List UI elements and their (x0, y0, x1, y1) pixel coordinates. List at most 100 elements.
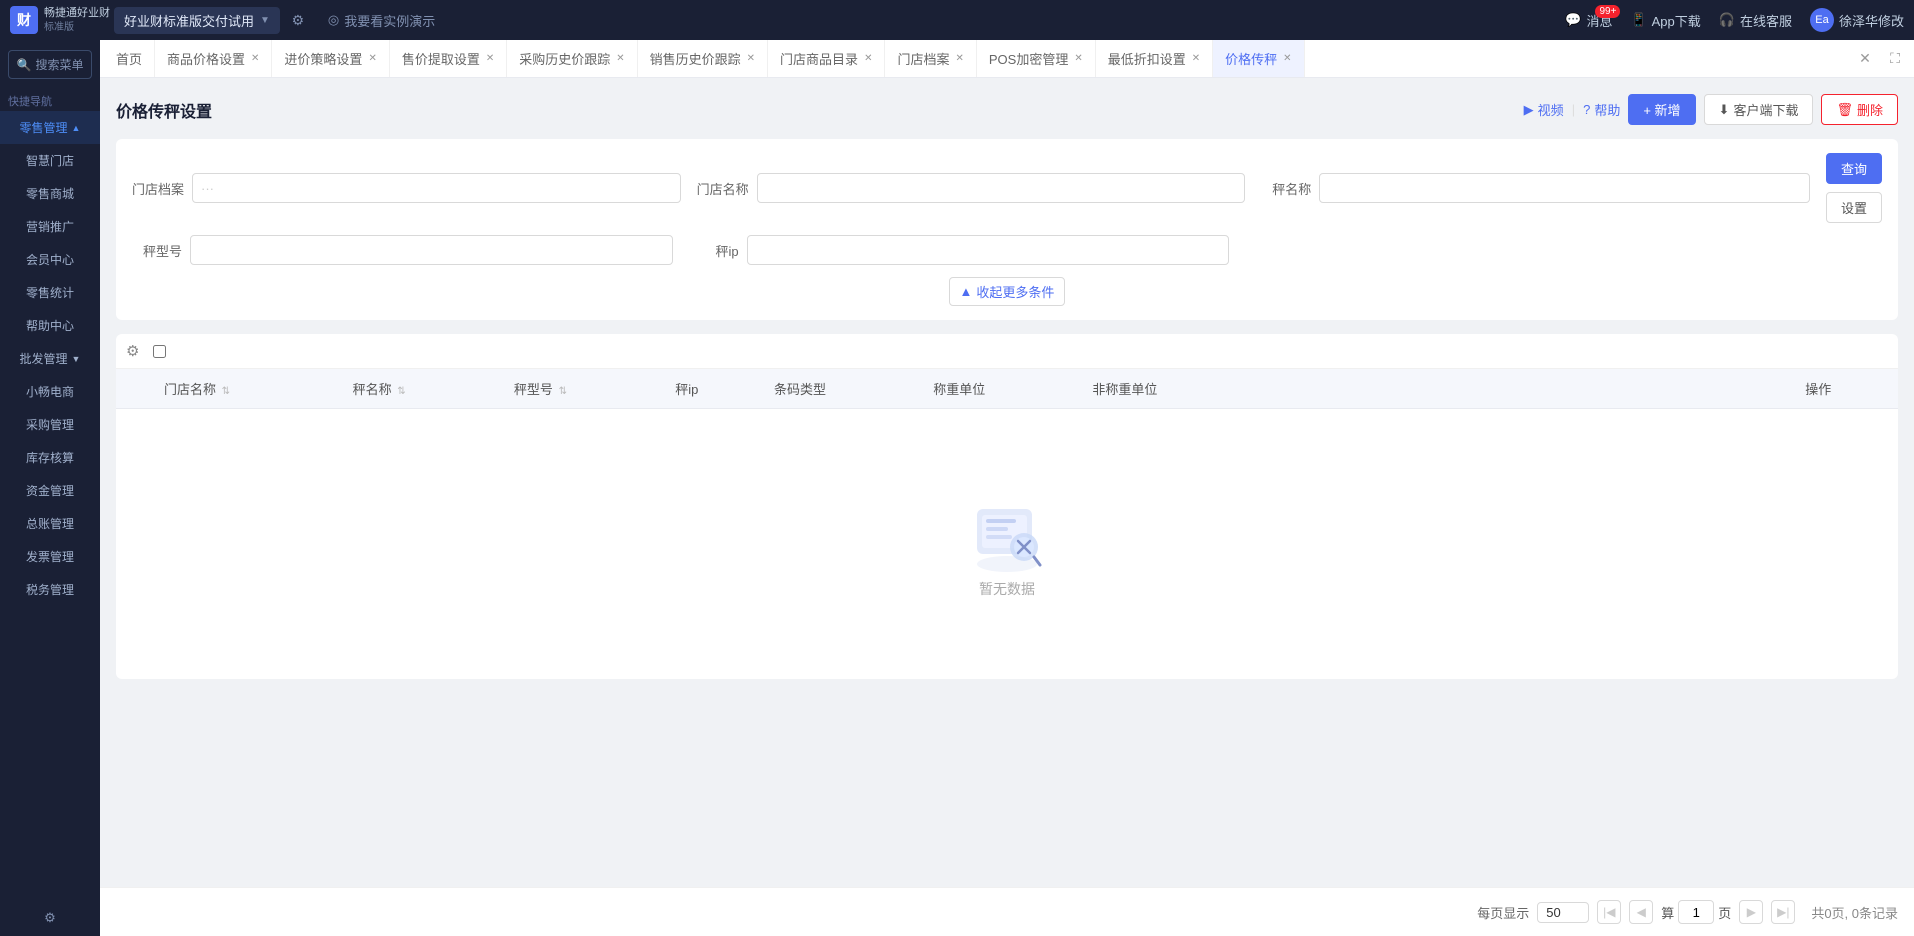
scale-name-input[interactable] (1319, 173, 1810, 203)
select-all-checkbox[interactable] (153, 345, 166, 358)
sidebar-item-general-ledger[interactable]: 总账管理 (0, 507, 100, 540)
help-icon: ? (1583, 102, 1590, 117)
version-selector[interactable]: 好业财标准版交付试用 ▼ (114, 7, 280, 34)
app-logo: 财 畅捷通好业财 标准版 (10, 6, 110, 34)
store-name-input[interactable] (757, 173, 1246, 203)
close-icon[interactable]: ✕ (864, 54, 872, 64)
download-icon: ⬇ (1719, 102, 1730, 118)
prev-page-btn[interactable]: ◀ (1629, 900, 1653, 924)
tab-home[interactable]: 首页 (104, 40, 155, 77)
search-menu-btn[interactable]: 🔍 搜索菜单 (8, 50, 92, 79)
tab-min-discount[interactable]: 最低折扣设置 ✕ (1096, 40, 1213, 77)
scale-ip-input[interactable] (747, 235, 1230, 265)
store-name-label: 门店名称 (697, 179, 749, 198)
table-settings-icon[interactable]: ⚙ (126, 342, 139, 360)
close-icon[interactable]: ✕ (616, 54, 624, 64)
maximize-tab-btn[interactable]: ⛶ (1880, 44, 1910, 74)
store-name-field: 门店名称 (697, 173, 1246, 203)
tab-store-archive[interactable]: 门店档案 ✕ (885, 40, 976, 77)
app-download-btn[interactable]: 📱 App下载 (1630, 11, 1700, 30)
sidebar-item-retail-stats[interactable]: 零售统计 (0, 276, 100, 309)
sidebar-item-purchase[interactable]: 采购管理 (0, 408, 100, 441)
tab-purchase-strategy[interactable]: 进价策略设置 ✕ (272, 40, 389, 77)
sidebar-item-member[interactable]: 会员中心 (0, 243, 100, 276)
first-page-btn[interactable]: |◀ (1597, 900, 1621, 924)
sidebar-item-inventory-label: 库存核算 (26, 449, 74, 466)
top-bar-right: 💬 消息 99+ 📱 App下载 🎧 在线客服 Ea 徐泽华修改 (1565, 8, 1904, 32)
query-btn[interactable]: 查询 (1826, 153, 1882, 184)
content-area: 首页 商品价格设置 ✕ 进价策略设置 ✕ 售价提取设置 ✕ 采购历史价跟踪 ✕ … (100, 40, 1914, 936)
sidebar-item-smart-store[interactable]: 智慧门店 (0, 144, 100, 177)
page-size-select[interactable]: 10 20 50 100 (1537, 902, 1589, 923)
collapse-label: 收起更多条件 (976, 282, 1054, 301)
close-icon[interactable]: ✕ (955, 54, 963, 64)
sidebar-item-retail[interactable]: 零售管理 ▲ (0, 111, 100, 144)
tab-price-scale[interactable]: 价格传秤 ✕ (1213, 40, 1304, 77)
notification-badge: 99+ (1595, 5, 1620, 18)
close-icon[interactable]: ✕ (368, 54, 376, 64)
tab-commodity-price[interactable]: 商品价格设置 ✕ (155, 40, 272, 77)
sidebar-item-xiaochangec[interactable]: 小畅电商 (0, 375, 100, 408)
notification-btn[interactable]: 💬 消息 99+ (1565, 11, 1612, 30)
tab-sale-history-label: 销售历史价跟踪 (650, 49, 741, 68)
sort-icon[interactable]: ⇅ (397, 386, 405, 397)
user-menu[interactable]: Ea 徐泽华修改 (1810, 8, 1904, 32)
settings-label: 设置 (1841, 198, 1867, 217)
delete-btn[interactable]: 🗑 删除 (1821, 94, 1898, 125)
page-prefix: 算 (1661, 903, 1674, 922)
sidebar-item-inventory[interactable]: 库存核算 (0, 441, 100, 474)
table-toolbar: ⚙ (116, 334, 1898, 369)
demo-icon: ◎ (328, 12, 339, 28)
close-icon[interactable]: ✕ (486, 54, 494, 64)
close-icon[interactable]: ✕ (1192, 54, 1200, 64)
last-page-btn[interactable]: ▶| (1771, 900, 1795, 924)
th-non-weight-unit: 非称重单位 (1080, 369, 1793, 409)
app-download-label: App下载 (1652, 11, 1701, 30)
demo-link[interactable]: ◎ 我要看实例演示 (328, 11, 435, 30)
settings-icon[interactable]: ⚙ (284, 6, 312, 34)
help-link[interactable]: ? 帮助 (1583, 100, 1620, 119)
gear-icon: ⚙ (44, 910, 56, 926)
sidebar-item-marketing[interactable]: 营销推广 (0, 210, 100, 243)
sidebar-item-tax[interactable]: 税务管理 (0, 573, 100, 606)
close-icon[interactable]: ✕ (747, 54, 755, 64)
sidebar-item-wholesale[interactable]: 批发管理 ▼ (0, 342, 100, 375)
settings-btn[interactable]: 设置 (1826, 192, 1882, 223)
collapse-btn[interactable]: ▲ 收起更多条件 (949, 277, 1066, 306)
page-actions: ▶ 视频 | ? 帮助 + 新增 ⬇ 客户端下载 (1524, 94, 1898, 125)
sidebar-item-help[interactable]: 帮助中心 (0, 309, 100, 342)
tab-home-label: 首页 (116, 49, 142, 68)
th-checkbox (116, 369, 152, 409)
sort-icon[interactable]: ⇅ (222, 386, 230, 397)
store-archive-input[interactable]: ··· (192, 173, 681, 203)
query-label: 查询 (1841, 159, 1867, 178)
download-btn[interactable]: ⬇ 客户端下载 (1704, 94, 1814, 125)
sidebar-settings-btn[interactable]: ⚙ (0, 900, 100, 936)
add-btn[interactable]: + 新增 (1628, 94, 1695, 125)
page-input[interactable] (1678, 900, 1714, 924)
scale-ip-label: 秤ip (689, 241, 739, 260)
close-icon[interactable]: ✕ (1074, 54, 1082, 64)
close-icon[interactable]: ✕ (1283, 54, 1291, 64)
tab-pos-management[interactable]: POS加密管理 ✕ (977, 40, 1096, 77)
tab-sale-history[interactable]: 销售历史价跟踪 ✕ (638, 40, 768, 77)
online-service-label: 在线客服 (1740, 11, 1792, 30)
next-page-btn[interactable]: ▶ (1739, 900, 1763, 924)
th-action: 操作 (1793, 369, 1898, 409)
tab-purchase-history[interactable]: 采购历史价跟踪 ✕ (507, 40, 637, 77)
tab-sale-price[interactable]: 售价提取设置 ✕ (390, 40, 507, 77)
tab-store-catalog[interactable]: 门店商品目录 ✕ (768, 40, 885, 77)
sidebar-item-online-store[interactable]: 零售商城 (0, 177, 100, 210)
chevron-down-icon: ▼ (72, 354, 81, 364)
sidebar-item-invoice-label: 发票管理 (26, 548, 74, 565)
close-icon[interactable]: ✕ (251, 54, 259, 64)
video-link[interactable]: ▶ 视频 (1524, 100, 1564, 119)
tab-min-discount-label: 最低折扣设置 (1108, 49, 1186, 68)
online-service-btn[interactable]: 🎧 在线客服 (1719, 11, 1792, 30)
sidebar-item-finance[interactable]: 资金管理 (0, 474, 100, 507)
close-tab-btn[interactable]: ✕ (1850, 44, 1880, 74)
sort-icon[interactable]: ⇅ (559, 386, 567, 397)
sidebar-item-invoice[interactable]: 发票管理 (0, 540, 100, 573)
scale-model-input[interactable] (190, 235, 673, 265)
chevron-down-icon: ▼ (260, 15, 270, 26)
